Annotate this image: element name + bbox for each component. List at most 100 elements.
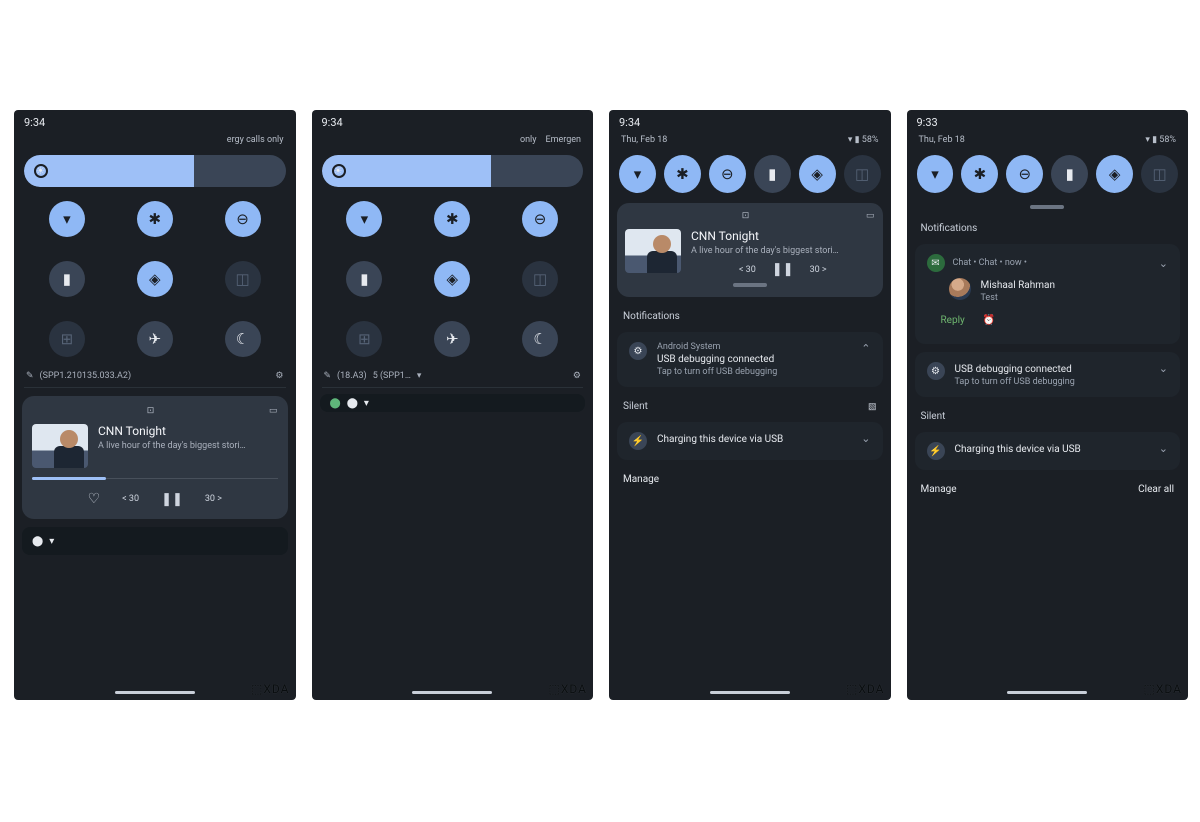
qs-airplane[interactable]: ✈: [137, 321, 173, 357]
qs-night[interactable]: ☾: [522, 321, 558, 357]
qs-bluetooth[interactable]: ✱: [434, 201, 470, 237]
expand-chevron-icon[interactable]: ⌄: [1159, 442, 1168, 455]
qs-flashlight[interactable]: ▮: [754, 155, 791, 193]
qs-wifi[interactable]: ▾: [49, 201, 85, 237]
qs-extra-1[interactable]: ⊞: [346, 321, 382, 357]
qs-dnd[interactable]: ⊖: [225, 201, 261, 237]
chat-app-icon: ✉: [927, 254, 945, 272]
qs-night[interactable]: ☾: [225, 321, 261, 357]
media-progress[interactable]: [32, 478, 278, 479]
silent-notification[interactable]: ⚡ Charging this device via USB ⌄: [915, 432, 1181, 470]
notif-title: USB debugging connected: [955, 364, 1149, 375]
qs-wifi[interactable]: ▾: [346, 201, 382, 237]
usb-debugging-notification[interactable]: ⚙ Android System USB debugging connected…: [617, 332, 883, 387]
android-icon: ⚙: [629, 342, 647, 360]
status-bar: 9:34: [14, 110, 296, 133]
alarm-icon[interactable]: ⏰: [983, 315, 995, 326]
reply-action[interactable]: Reply: [941, 315, 965, 326]
status-bar: 9:33: [907, 110, 1189, 133]
battery-icon: ▮: [855, 135, 860, 145]
status-text-a: only: [520, 135, 537, 145]
drag-handle[interactable]: [1030, 205, 1064, 209]
qs-battery-saver[interactable]: ◫: [844, 155, 881, 193]
qs-battery-saver[interactable]: ◫: [225, 261, 261, 297]
qs-rotate[interactable]: ◈: [434, 261, 470, 297]
edit-icon[interactable]: ✎: [324, 371, 332, 381]
status-subhead: Thu, Feb 18 ▾ ▮ 58%: [609, 133, 891, 151]
expand-chevron-icon[interactable]: ⌄: [861, 432, 870, 445]
screenshot-4: 9:33 Thu, Feb 18 ▾ ▮ 58% ▾ ✱ ⊖ ▮ ◈ ◫ Not…: [907, 110, 1189, 700]
brightness-slider[interactable]: ☀: [322, 155, 584, 187]
signal-status-text: ergy calls only: [227, 135, 284, 145]
like-button[interactable]: ♡: [88, 491, 101, 507]
qs-bluetooth[interactable]: ✱: [961, 155, 998, 193]
collapsed-notification[interactable]: ⬤⬤▾: [320, 394, 586, 412]
clear-all-button[interactable]: Clear all: [1138, 484, 1174, 495]
media-thumbnail: [625, 229, 681, 273]
drag-handle[interactable]: [733, 283, 767, 287]
media-player-card[interactable]: ⊡ ▭ CNN Tonight A live hour of the day's…: [22, 396, 288, 519]
expand-chevron-icon[interactable]: ⌄: [1159, 362, 1168, 375]
settings-icon[interactable]: ⚙: [573, 371, 581, 381]
qs-battery-saver[interactable]: ◫: [522, 261, 558, 297]
date: Thu, Feb 18: [621, 135, 667, 145]
battery-icon: ▮: [1152, 135, 1157, 145]
manage-button[interactable]: Manage: [921, 484, 957, 495]
qs-wifi[interactable]: ▾: [917, 155, 954, 193]
gesture-bar: [1007, 691, 1087, 694]
qs-flashlight[interactable]: ▮: [1051, 155, 1088, 193]
pause-button[interactable]: ❚❚: [161, 492, 183, 507]
manage-button[interactable]: Manage: [623, 474, 659, 485]
qs-rotate[interactable]: ◈: [1096, 155, 1133, 193]
collapsed-notification[interactable]: ⬤▾: [22, 527, 288, 555]
pause-button[interactable]: ❚❚: [772, 262, 794, 277]
settings-icon[interactable]: ⚙: [275, 371, 283, 381]
usb-debugging-notification[interactable]: ⚙ USB debugging connected Tap to turn of…: [915, 352, 1181, 397]
qs-dnd[interactable]: ⊖: [522, 201, 558, 237]
qs-dnd[interactable]: ⊖: [1006, 155, 1043, 193]
brightness-icon: ☀: [332, 164, 346, 178]
qs-footer: ✎ (SPP1.210135.033.A2) ⚙: [14, 367, 296, 387]
qs-bluetooth[interactable]: ✱: [664, 155, 701, 193]
output-icon[interactable]: ▭: [866, 211, 875, 221]
cast-icon[interactable]: ⊡: [147, 406, 155, 416]
notifications-header: Notifications: [907, 213, 1189, 240]
silent-notification[interactable]: ⚡ Charging this device via USB ⌄: [617, 422, 883, 460]
qs-rotate[interactable]: ◈: [799, 155, 836, 193]
forward-30-button[interactable]: 30 >: [205, 494, 222, 504]
quick-settings-grid: ▾ ✱ ⊖ ▮ ◈ ◫ ⊞ ✈ ☾: [312, 197, 594, 367]
qs-footer: ✎ (18.A3) 5 (SPP1… ▾ ⚙: [312, 367, 594, 387]
output-icon[interactable]: ▭: [269, 406, 278, 416]
qs-dnd[interactable]: ⊖: [709, 155, 746, 193]
quick-settings-row: ▾ ✱ ⊖ ▮ ◈ ◫: [907, 151, 1189, 199]
forward-30-button[interactable]: 30 >: [810, 265, 827, 275]
expand-chevron-icon[interactable]: ⌄: [1159, 257, 1168, 270]
clock: 9:34: [322, 116, 343, 129]
rewind-30-button[interactable]: < 30: [122, 494, 139, 504]
notif-title: USB debugging connected: [657, 354, 851, 365]
qs-battery-saver[interactable]: ◫: [1141, 155, 1178, 193]
qs-extra-1[interactable]: ⊞: [49, 321, 85, 357]
qs-wifi[interactable]: ▾: [619, 155, 656, 193]
chat-sender: Mishaal Rahman: [981, 280, 1055, 291]
brightness-slider[interactable]: ☀: [24, 155, 286, 187]
media-player-card[interactable]: ⊡ ▭ CNN Tonight A live hour of the day's…: [617, 203, 883, 297]
wifi-icon: ▾: [848, 135, 853, 145]
expand-chevron-icon[interactable]: ⌃: [861, 342, 870, 355]
qs-rotate[interactable]: ◈: [137, 261, 173, 297]
edit-icon[interactable]: ✎: [26, 371, 34, 381]
qs-flashlight[interactable]: ▮: [49, 261, 85, 297]
qs-flashlight[interactable]: ▮: [346, 261, 382, 297]
app-name: Android System: [657, 342, 851, 352]
qs-airplane[interactable]: ✈: [434, 321, 470, 357]
chat-notification[interactable]: ✉ Chat • Chat • now • ⌄ Mishaal Rahman T…: [915, 244, 1181, 344]
cast-icon[interactable]: ⊡: [742, 211, 750, 221]
media-thumbnail: [32, 424, 88, 468]
silent-title: Charging this device via USB: [657, 434, 851, 445]
qs-bluetooth[interactable]: ✱: [137, 201, 173, 237]
brightness-icon: ☀: [34, 164, 48, 178]
watermark: ⬚XDA: [251, 682, 289, 696]
silent-icon: ▧: [868, 402, 877, 412]
android-icon: ⚙: [927, 362, 945, 380]
rewind-30-button[interactable]: < 30: [739, 265, 756, 275]
